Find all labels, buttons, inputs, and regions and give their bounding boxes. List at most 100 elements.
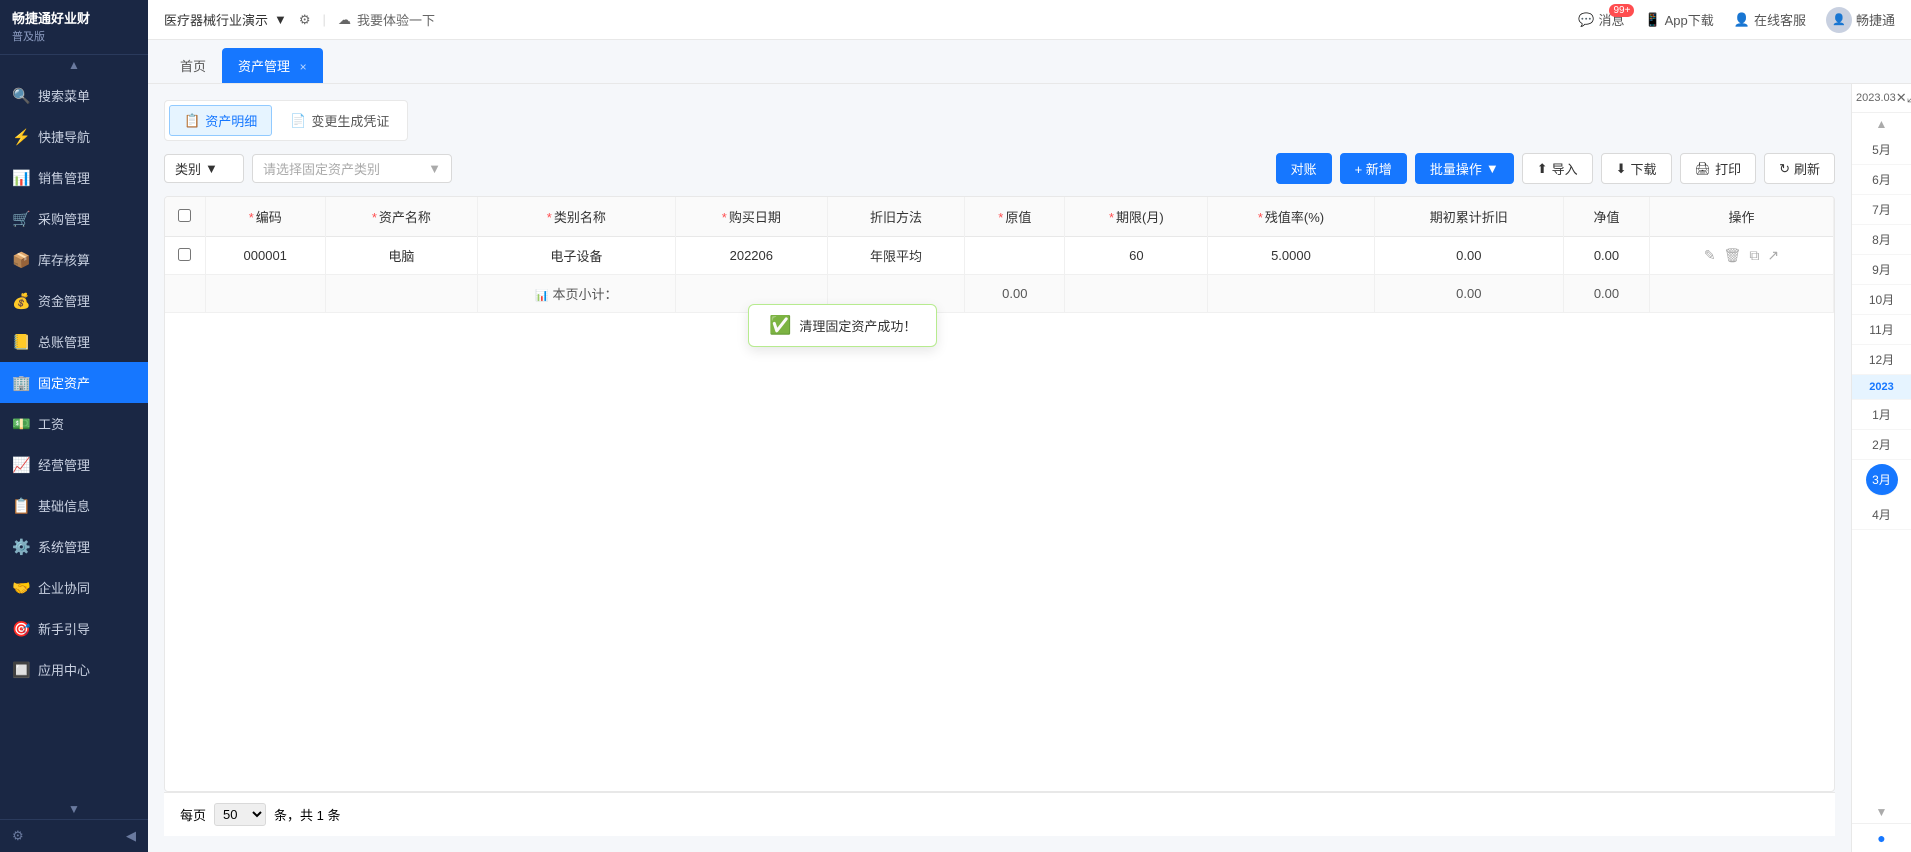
row-residual-rate: 5.0000 <box>1208 237 1374 275</box>
calendar-scroll-up-btn[interactable]: ▲ <box>1852 113 1911 135</box>
salary-icon: 💵 <box>12 415 30 433</box>
sidebar-item-sales[interactable]: 📊 销售管理 <box>0 157 148 198</box>
sidebar-item-label: 系统管理 <box>38 537 90 556</box>
sidebar-item-quick-nav[interactable]: ⚡ 快捷导航 <box>0 116 148 157</box>
sidebar-item-salary[interactable]: 💵 工资 <box>0 403 148 444</box>
sidebar-item-label: 应用中心 <box>38 660 90 679</box>
app-logo-title: 畅捷通好业财 <box>12 10 90 28</box>
reconcile-button[interactable]: 对账 <box>1276 153 1332 184</box>
experience-icon: ☁ <box>338 12 351 28</box>
more-icon[interactable]: ↗ <box>1767 247 1779 264</box>
cal-year-2023[interactable]: 2023 <box>1852 375 1911 400</box>
user-name: 畅捷通 <box>1856 10 1895 29</box>
cal-month-8[interactable]: 8月 <box>1852 225 1911 255</box>
sidebar-item-fixed-assets[interactable]: 🏢 固定资产 <box>0 362 148 403</box>
cal-month-2[interactable]: 2月 <box>1852 430 1911 460</box>
th-residual-rate: *残值率(%) <box>1208 197 1374 237</box>
print-button[interactable]: 🖨 打印 <box>1680 153 1757 184</box>
topbar: 医疗器械行业演示 ▼ ⚙ | ☁ 我要体验一下 💬 消息 99+ 📱 App下载… <box>148 0 1911 40</box>
sidebar-item-label: 资金管理 <box>38 291 90 310</box>
tab-home[interactable]: 首页 <box>164 48 222 83</box>
sidebar-item-ledger[interactable]: 📒 总账管理 <box>0 321 148 362</box>
user-menu[interactable]: 👤 畅捷通 <box>1826 7 1895 33</box>
sidebar-item-label: 销售管理 <box>38 168 90 187</box>
refresh-button[interactable]: ↻ 刷新 <box>1764 153 1835 184</box>
select-all-checkbox[interactable] <box>178 209 191 222</box>
cal-month-10[interactable]: 10月 <box>1852 285 1911 315</box>
per-page-select[interactable]: 50 10 20 100 <box>214 803 266 826</box>
company-selector[interactable]: 医疗器械行业演示 ▼ <box>164 10 287 29</box>
sidebar-item-search[interactable]: 🔍 搜索菜单 <box>0 75 148 116</box>
edit-icon[interactable]: ✎ <box>1704 247 1716 264</box>
calendar-items: 5月 6月 7月 8月 9月 10月 11月 12月 2023 1月 2月 3月… <box>1852 135 1911 801</box>
copy-icon[interactable]: ⧉ <box>1749 247 1759 264</box>
row-code: 000001 <box>205 237 325 275</box>
subtotal-empty-2 <box>205 275 325 313</box>
main-panel: 📋 资产明细 📄 变更生成凭证 类别 ▼ 请选择固定资产类别 <box>148 84 1851 852</box>
row-name: 电脑 <box>325 237 477 275</box>
download-icon: 📱 <box>1644 12 1660 28</box>
category-value-selector[interactable]: 请选择固定资产类别 ▼ <box>252 154 452 183</box>
sidebar-item-inventory[interactable]: 📦 库存核算 <box>0 239 148 280</box>
batch-ops-button[interactable]: 批量操作 ▼ <box>1415 153 1514 184</box>
cal-month-7[interactable]: 7月 <box>1852 195 1911 225</box>
subtotal-empty-3 <box>325 275 477 313</box>
subtotal-row: 📊 本页小计： 0.00 0.00 0.00 <box>165 275 1834 313</box>
tab-asset-mgmt[interactable]: 资产管理 × <box>222 48 323 83</box>
calendar-bottom-icon[interactable]: ● <box>1877 830 1885 846</box>
download-icon: ⬇ <box>1616 161 1627 177</box>
messages-button[interactable]: 💬 消息 99+ <box>1578 10 1624 29</box>
settings-gear-icon[interactable]: ⚙ <box>299 12 311 28</box>
sidebar-item-app-center[interactable]: 🔲 应用中心 <box>0 649 148 690</box>
tab-close-icon[interactable]: × <box>300 60 307 74</box>
online-service-button[interactable]: 👤 在线客服 <box>1734 10 1806 29</box>
cal-month-4[interactable]: 4月 <box>1852 500 1911 530</box>
sidebar-item-operations[interactable]: 📈 经营管理 <box>0 444 148 485</box>
subtotal-empty-6 <box>1065 275 1208 313</box>
sidebar-item-base-info[interactable]: 📋 基础信息 <box>0 485 148 526</box>
app-download-button[interactable]: 📱 App下载 <box>1644 10 1713 29</box>
row-checkbox-cell <box>165 237 205 275</box>
sidebar-item-purchase[interactable]: 🛒 采购管理 <box>0 198 148 239</box>
subtotal-initial-accumulated: 0.00 <box>1374 275 1564 313</box>
import-button[interactable]: ⬆ 导入 <box>1522 153 1593 184</box>
sidebar-collapse-icon[interactable]: ◀ <box>126 828 136 844</box>
sidebar-item-guide[interactable]: 🎯 新手引导 <box>0 608 148 649</box>
sidebar-scroll-up[interactable]: ▲ <box>0 55 148 75</box>
th-original-value: *原值 <box>965 197 1065 237</box>
new-button[interactable]: + 新增 <box>1340 153 1407 184</box>
download-button[interactable]: ⬇ 下载 <box>1601 153 1672 184</box>
cal-month-3-active[interactable]: 3月 <box>1866 464 1898 496</box>
cal-month-12[interactable]: 12月 <box>1852 345 1911 375</box>
row-checkbox[interactable] <box>178 248 191 261</box>
sub-tab-asset-detail[interactable]: 📋 资产明细 <box>169 105 272 136</box>
sidebar-settings-icon[interactable]: ⚙ <box>12 828 24 844</box>
calendar-expand-icon[interactable]: ⤢ <box>1907 90 1911 106</box>
quick-nav-icon: ⚡ <box>12 128 30 146</box>
sidebar-item-label: 工资 <box>38 414 64 433</box>
experience-button[interactable]: ☁ 我要体验一下 <box>338 10 435 29</box>
cal-month-6[interactable]: 6月 <box>1852 165 1911 195</box>
main-content: 医疗器械行业演示 ▼ ⚙ | ☁ 我要体验一下 💬 消息 99+ 📱 App下载… <box>148 0 1911 852</box>
calendar-scroll-down-btn[interactable]: ▼ <box>1852 801 1911 823</box>
sidebar-item-cooperation[interactable]: 🤝 企业协同 <box>0 567 148 608</box>
cal-month-5[interactable]: 5月 <box>1852 135 1911 165</box>
row-period: 60 <box>1065 237 1208 275</box>
category-filter[interactable]: 类别 ▼ <box>164 154 244 183</box>
sidebar-item-system[interactable]: ⚙️ 系统管理 <box>0 526 148 567</box>
subtotal-label: 本页小计： <box>552 287 617 302</box>
success-check-icon: ✅ <box>769 315 791 336</box>
calendar-close-icon[interactable]: ✕ <box>1896 90 1907 106</box>
cal-month-9[interactable]: 9月 <box>1852 255 1911 285</box>
cal-month-11[interactable]: 11月 <box>1852 315 1911 345</box>
sidebar-item-fund[interactable]: 💰 资金管理 <box>0 280 148 321</box>
sidebar-scroll-down[interactable]: ▼ <box>0 799 148 819</box>
sub-tab-change-voucher[interactable]: 📄 变更生成凭证 <box>276 105 403 136</box>
subtotal-empty-7 <box>1208 275 1374 313</box>
cal-month-1[interactable]: 1月 <box>1852 400 1911 430</box>
total-label: 条，共 1 条 <box>274 805 340 824</box>
delete-icon[interactable]: 🗑 <box>1724 247 1742 264</box>
category-dropdown-icon: ▼ <box>205 161 218 176</box>
category-label: 类别 <box>175 159 201 178</box>
sidebar-item-label: 总账管理 <box>38 332 90 351</box>
